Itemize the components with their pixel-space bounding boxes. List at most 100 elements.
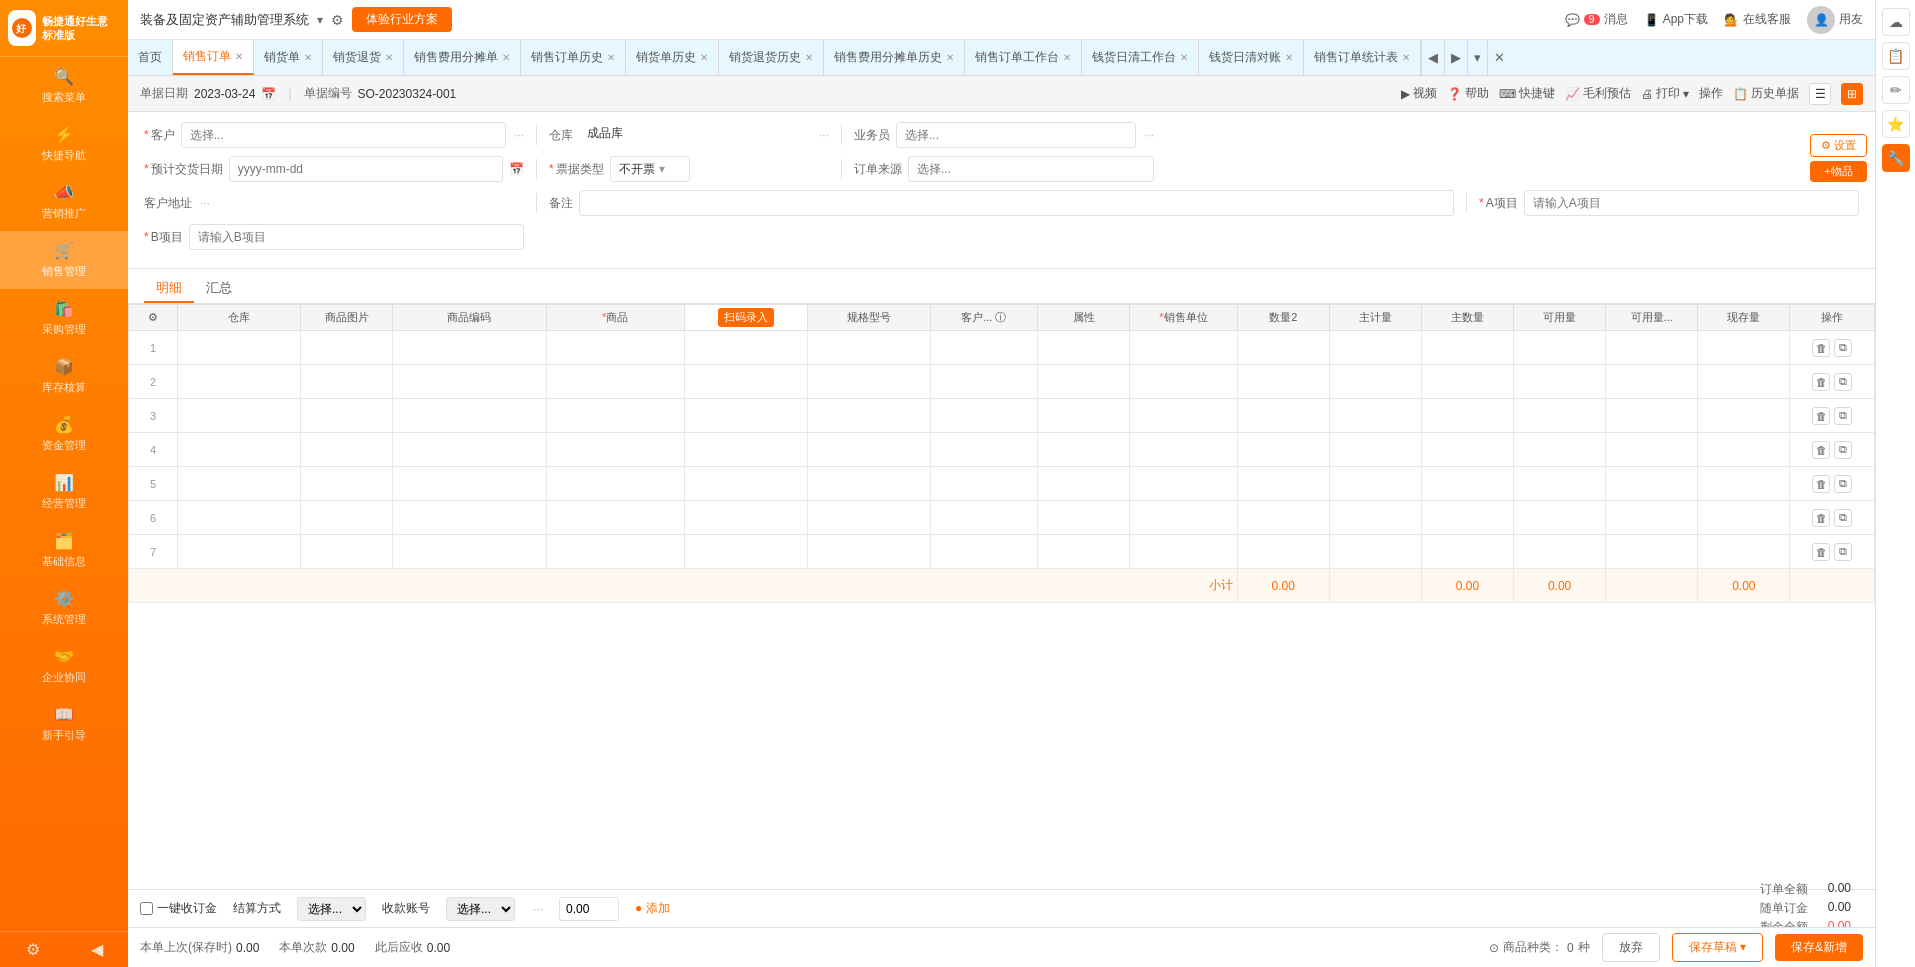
salesperson-input[interactable] xyxy=(896,122,1136,148)
row-7-code[interactable] xyxy=(393,535,547,569)
row-7-main-qty[interactable] xyxy=(1421,535,1513,569)
solution-button[interactable]: 体验行业方案 xyxy=(352,7,452,32)
view-btn[interactable]: ▶ 视频 xyxy=(1401,85,1437,102)
row-5-spec[interactable] xyxy=(807,467,930,501)
sidebar-item-enterprise[interactable]: 🤝 企业协同 xyxy=(0,637,128,695)
tab-expense-history-close[interactable]: ✕ xyxy=(946,52,954,63)
row-7-copy-btn[interactable]: ⧉ xyxy=(1834,543,1852,561)
row-6-delete-btn[interactable]: 🗑 xyxy=(1812,509,1830,527)
tab-reconcile-close[interactable]: ✕ xyxy=(1285,52,1293,63)
right-panel-star-btn[interactable]: ⭐ xyxy=(1882,110,1910,138)
tab-detail[interactable]: 明细 xyxy=(144,275,194,303)
receipt-amount-input[interactable] xyxy=(559,897,619,921)
row-1-warehouse[interactable] xyxy=(178,331,301,365)
row-7-delete-btn[interactable]: 🗑 xyxy=(1812,543,1830,561)
row-5-delete-btn[interactable]: 🗑 xyxy=(1812,475,1830,493)
row-3-qty2[interactable] xyxy=(1237,399,1329,433)
row-1-qty2[interactable] xyxy=(1237,331,1329,365)
row-6-qty2[interactable] xyxy=(1237,501,1329,535)
row-6-code[interactable] xyxy=(393,501,547,535)
tab-sales-invoice[interactable]: 销货单 ✕ xyxy=(254,40,323,75)
row-3-spec[interactable] xyxy=(807,399,930,433)
save-draft-dropdown-icon[interactable]: ▾ xyxy=(1740,940,1746,954)
row-3-attr[interactable] xyxy=(1038,399,1130,433)
row-1-spec[interactable] xyxy=(807,331,930,365)
sidebar-item-search[interactable]: 🔍 搜索菜单 xyxy=(0,57,128,115)
row-5-attr[interactable] xyxy=(1038,467,1130,501)
tab-sales-order-close[interactable]: ✕ xyxy=(235,51,243,62)
address-dots[interactable]: ··· xyxy=(200,196,210,210)
operation-btn[interactable]: 操作 xyxy=(1699,85,1723,102)
tab-return-history-close[interactable]: ✕ xyxy=(805,52,813,63)
warehouse-dots[interactable]: ··· xyxy=(819,128,829,142)
row-4-attr[interactable] xyxy=(1038,433,1130,467)
row-7-warehouse[interactable] xyxy=(178,535,301,569)
row-6-customer[interactable] xyxy=(930,501,1037,535)
tab-sales-invoice-close[interactable]: ✕ xyxy=(304,52,312,63)
row-7-product[interactable] xyxy=(546,535,684,569)
row-7-customer[interactable] xyxy=(930,535,1037,569)
tab-stats-close[interactable]: ✕ xyxy=(1402,52,1410,63)
tab-home[interactable]: 首页 xyxy=(128,40,173,75)
row-7-attr[interactable] xyxy=(1038,535,1130,569)
a-project-input[interactable] xyxy=(1524,190,1859,216)
sidebar-item-sales[interactable]: 🛒 销售管理 xyxy=(0,231,128,289)
row-1-delete-btn[interactable]: 🗑 xyxy=(1812,339,1830,357)
customer-dots[interactable]: ··· xyxy=(514,128,524,142)
right-panel-tool-btn[interactable]: 🔧 xyxy=(1882,144,1910,172)
history-btn[interactable]: 📋 历史单据 xyxy=(1733,85,1799,102)
tab-summary[interactable]: 汇总 xyxy=(194,275,244,303)
sidebar-item-quick[interactable]: ⚡ 快捷导航 xyxy=(0,115,128,173)
tab-return-history[interactable]: 销货退货历史 ✕ xyxy=(719,40,824,75)
row-4-main-qty[interactable] xyxy=(1421,433,1513,467)
right-panel-cloud-btn[interactable]: ☁ xyxy=(1882,8,1910,36)
message-item[interactable]: 💬 9 消息 xyxy=(1565,11,1628,28)
row-6-attr[interactable] xyxy=(1038,501,1130,535)
row-2-unit[interactable] xyxy=(1130,365,1237,399)
customer-input[interactable] xyxy=(181,122,506,148)
tab-daily-workbench[interactable]: 钱货日清工作台 ✕ xyxy=(1082,40,1199,75)
user-item[interactable]: 👤 用友 xyxy=(1807,6,1863,34)
row-5-unit[interactable] xyxy=(1130,467,1237,501)
tab-daily-workbench-close[interactable]: ✕ xyxy=(1180,52,1188,63)
save-draft-button[interactable]: 保存草稿 ▾ xyxy=(1672,933,1763,962)
tab-stats[interactable]: 销售订单统计表 ✕ xyxy=(1304,40,1421,75)
layout-grid-icon[interactable]: ⊞ xyxy=(1841,83,1863,105)
calendar-icon[interactable]: 📅 xyxy=(261,87,276,101)
shortcut-btn[interactable]: ⌨ 快捷键 xyxy=(1499,85,1555,102)
row-6-unit[interactable] xyxy=(1130,501,1237,535)
row-1-main-qty[interactable] xyxy=(1421,331,1513,365)
row-4-delete-btn[interactable]: 🗑 xyxy=(1812,441,1830,459)
row-5-qty2[interactable] xyxy=(1237,467,1329,501)
tab-expense-history[interactable]: 销售费用分摊单历史 ✕ xyxy=(824,40,965,75)
row-1-code[interactable] xyxy=(393,331,547,365)
sidebar-item-purchase[interactable]: 🛍️ 采购管理 xyxy=(0,289,128,347)
tab-invoice-history[interactable]: 销货单历史 ✕ xyxy=(626,40,719,75)
scan-button[interactable]: 扫码录入 xyxy=(718,308,774,327)
row-6-copy-btn[interactable]: ⧉ xyxy=(1834,509,1852,527)
tab-sales-order[interactable]: 销售订单 ✕ xyxy=(173,40,254,75)
row-2-warehouse[interactable] xyxy=(178,365,301,399)
one-key-checkout-checkbox[interactable]: 一键收订金 xyxy=(140,900,217,917)
order-source-input[interactable] xyxy=(908,156,1154,182)
tab-expense-split-close[interactable]: ✕ xyxy=(502,52,510,63)
delivery-date-input[interactable] xyxy=(229,156,503,182)
one-key-checkbox-input[interactable] xyxy=(140,902,153,915)
save-new-button[interactable]: 保存&新增 xyxy=(1775,934,1863,961)
add-receipt-button[interactable]: ● 添加 xyxy=(635,900,670,917)
row-6-warehouse[interactable] xyxy=(178,501,301,535)
row-3-product[interactable] xyxy=(546,399,684,433)
row-2-copy-btn[interactable]: ⧉ xyxy=(1834,373,1852,391)
tab-invoice-history-close[interactable]: ✕ xyxy=(700,52,708,63)
row-6-product[interactable] xyxy=(546,501,684,535)
help-btn[interactable]: ❓ 帮助 xyxy=(1447,85,1489,102)
online-service-item[interactable]: 💁 在线客服 xyxy=(1724,11,1791,28)
tab-return[interactable]: 销货退货 ✕ xyxy=(323,40,404,75)
col-settings[interactable]: ⚙ xyxy=(129,305,178,331)
tab-order-workbench-close[interactable]: ✕ xyxy=(1063,52,1071,63)
row-2-attr[interactable] xyxy=(1038,365,1130,399)
tab-menu-btn[interactable]: ▾ xyxy=(1467,40,1487,75)
row-2-code[interactable] xyxy=(393,365,547,399)
row-3-unit[interactable] xyxy=(1130,399,1237,433)
receipt-dots[interactable]: ··· xyxy=(533,902,543,916)
